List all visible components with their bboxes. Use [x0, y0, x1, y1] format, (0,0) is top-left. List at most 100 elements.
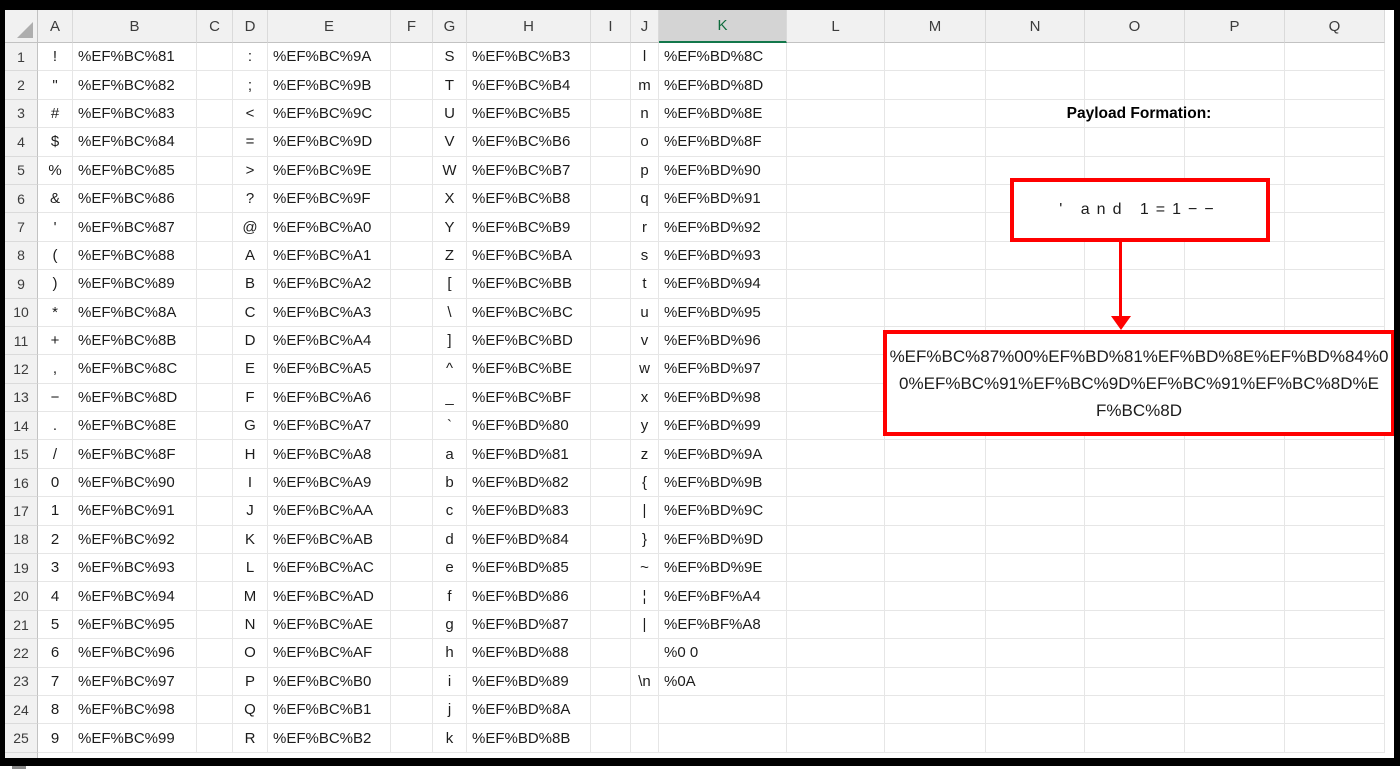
cell-C7[interactable] [197, 213, 233, 242]
cell-N21[interactable] [986, 610, 1085, 640]
cell-D5[interactable]: > [233, 156, 268, 185]
cell-M23[interactable] [885, 667, 986, 696]
cell-O22[interactable] [1085, 639, 1185, 668]
cell-I10[interactable] [591, 298, 631, 327]
cell-D9[interactable]: B [233, 270, 268, 299]
cell-C18[interactable] [197, 525, 233, 555]
cell-P9[interactable] [1185, 270, 1285, 299]
col-header-I[interactable]: I [591, 10, 631, 43]
cell-D21[interactable]: N [233, 610, 268, 640]
cell-E5[interactable]: %EF%BC%9E [268, 156, 391, 185]
cell-B13[interactable]: %EF%BC%8D [73, 383, 197, 413]
col-header-M[interactable]: M [885, 10, 986, 43]
col-header-F[interactable]: F [391, 10, 433, 43]
col-header-L[interactable]: L [787, 10, 885, 43]
cell-B1[interactable]: %EF%BC%81 [73, 43, 197, 72]
cell-P4[interactable] [1185, 128, 1285, 157]
cell-O1[interactable] [1085, 43, 1185, 72]
row-header-24[interactable]: 24 [5, 695, 38, 725]
cell-G20[interactable]: f [433, 582, 467, 611]
cell-A4[interactable]: $ [38, 128, 73, 157]
cell-C21[interactable] [197, 610, 233, 640]
cell-B3[interactable]: %EF%BC%83 [73, 99, 197, 129]
cell-J17[interactable]: | [631, 497, 659, 526]
cell-C25[interactable] [197, 724, 233, 753]
row-header-17[interactable]: 17 [5, 497, 38, 526]
cell-L3[interactable] [787, 99, 885, 129]
cell-D24[interactable]: Q [233, 695, 268, 725]
cell-L8[interactable] [787, 241, 885, 271]
cell-D20[interactable]: M [233, 582, 268, 611]
cell-F24[interactable] [391, 695, 433, 725]
cell-D1[interactable]: : [233, 43, 268, 72]
cell-Q15[interactable] [1285, 440, 1385, 469]
cell-L7[interactable] [787, 213, 885, 242]
cell-K5[interactable]: %EF%BD%90 [659, 156, 787, 185]
cell-G13[interactable]: _ [433, 383, 467, 413]
cell-I2[interactable] [591, 71, 631, 100]
col-header-A[interactable]: A [38, 10, 73, 43]
cell-L24[interactable] [787, 695, 885, 725]
cell-D12[interactable]: E [233, 355, 268, 384]
cell-N1[interactable] [986, 43, 1085, 72]
cell-K25[interactable] [659, 724, 787, 753]
cell-H9[interactable]: %EF%BC%BB [467, 270, 591, 299]
cell-H3[interactable]: %EF%BC%B5 [467, 99, 591, 129]
cell-F1[interactable] [391, 43, 433, 72]
cell-J20[interactable]: ¦ [631, 582, 659, 611]
cell-F5[interactable] [391, 156, 433, 185]
cell-L14[interactable] [787, 412, 885, 441]
cell-B14[interactable]: %EF%BC%8E [73, 412, 197, 441]
cell-J5[interactable]: p [631, 156, 659, 185]
cell-K8[interactable]: %EF%BD%93 [659, 241, 787, 271]
cell-D14[interactable]: G [233, 412, 268, 441]
cell-E21[interactable]: %EF%BC%AE [268, 610, 391, 640]
cell-N25[interactable] [986, 724, 1085, 753]
cell-H12[interactable]: %EF%BC%BE [467, 355, 591, 384]
cell-F3[interactable] [391, 99, 433, 129]
cell-C6[interactable] [197, 184, 233, 214]
cell-Q8[interactable] [1285, 241, 1385, 271]
cell-J22[interactable] [631, 639, 659, 668]
cell-P25[interactable] [1185, 724, 1285, 753]
cell-Q18[interactable] [1285, 525, 1385, 555]
cell-G14[interactable]: ` [433, 412, 467, 441]
cell-A17[interactable]: 1 [38, 497, 73, 526]
cell-Q5[interactable] [1285, 156, 1385, 185]
cell-M18[interactable] [885, 525, 986, 555]
cell-D2[interactable]: ; [233, 71, 268, 100]
cell-C23[interactable] [197, 667, 233, 696]
cell-E10[interactable]: %EF%BC%A3 [268, 298, 391, 327]
col-header-G[interactable]: G [433, 10, 467, 43]
down-arrow-line[interactable] [1119, 242, 1122, 320]
cell-E19[interactable]: %EF%BC%AC [268, 554, 391, 583]
cell-G18[interactable]: d [433, 525, 467, 555]
cell-L6[interactable] [787, 184, 885, 214]
row-header-23[interactable]: 23 [5, 667, 38, 696]
cell-Q4[interactable] [1285, 128, 1385, 157]
cell-K19[interactable]: %EF%BD%9E [659, 554, 787, 583]
cell-J1[interactable]: l [631, 43, 659, 72]
cell-C3[interactable] [197, 99, 233, 129]
cell-M1[interactable] [885, 43, 986, 72]
col-header-P[interactable]: P [1185, 10, 1285, 43]
cell-B6[interactable]: %EF%BC%86 [73, 184, 197, 214]
cell-K11[interactable]: %EF%BD%96 [659, 326, 787, 356]
cell-D11[interactable]: D [233, 326, 268, 356]
cell-A22[interactable]: 6 [38, 639, 73, 668]
cell-O16[interactable] [1085, 468, 1185, 498]
cell-Q22[interactable] [1285, 639, 1385, 668]
cell-C14[interactable] [197, 412, 233, 441]
cell-J12[interactable]: w [631, 355, 659, 384]
cell-K6[interactable]: %EF%BD%91 [659, 184, 787, 214]
cell-L2[interactable] [787, 71, 885, 100]
cell-M24[interactable] [885, 695, 986, 725]
cell-D4[interactable]: = [233, 128, 268, 157]
cell-J10[interactable]: u [631, 298, 659, 327]
cell-K12[interactable]: %EF%BD%97 [659, 355, 787, 384]
cell-H22[interactable]: %EF%BD%88 [467, 639, 591, 668]
cell-J9[interactable]: t [631, 270, 659, 299]
cell-L11[interactable] [787, 326, 885, 356]
cell-G21[interactable]: g [433, 610, 467, 640]
cell-P8[interactable] [1185, 241, 1285, 271]
